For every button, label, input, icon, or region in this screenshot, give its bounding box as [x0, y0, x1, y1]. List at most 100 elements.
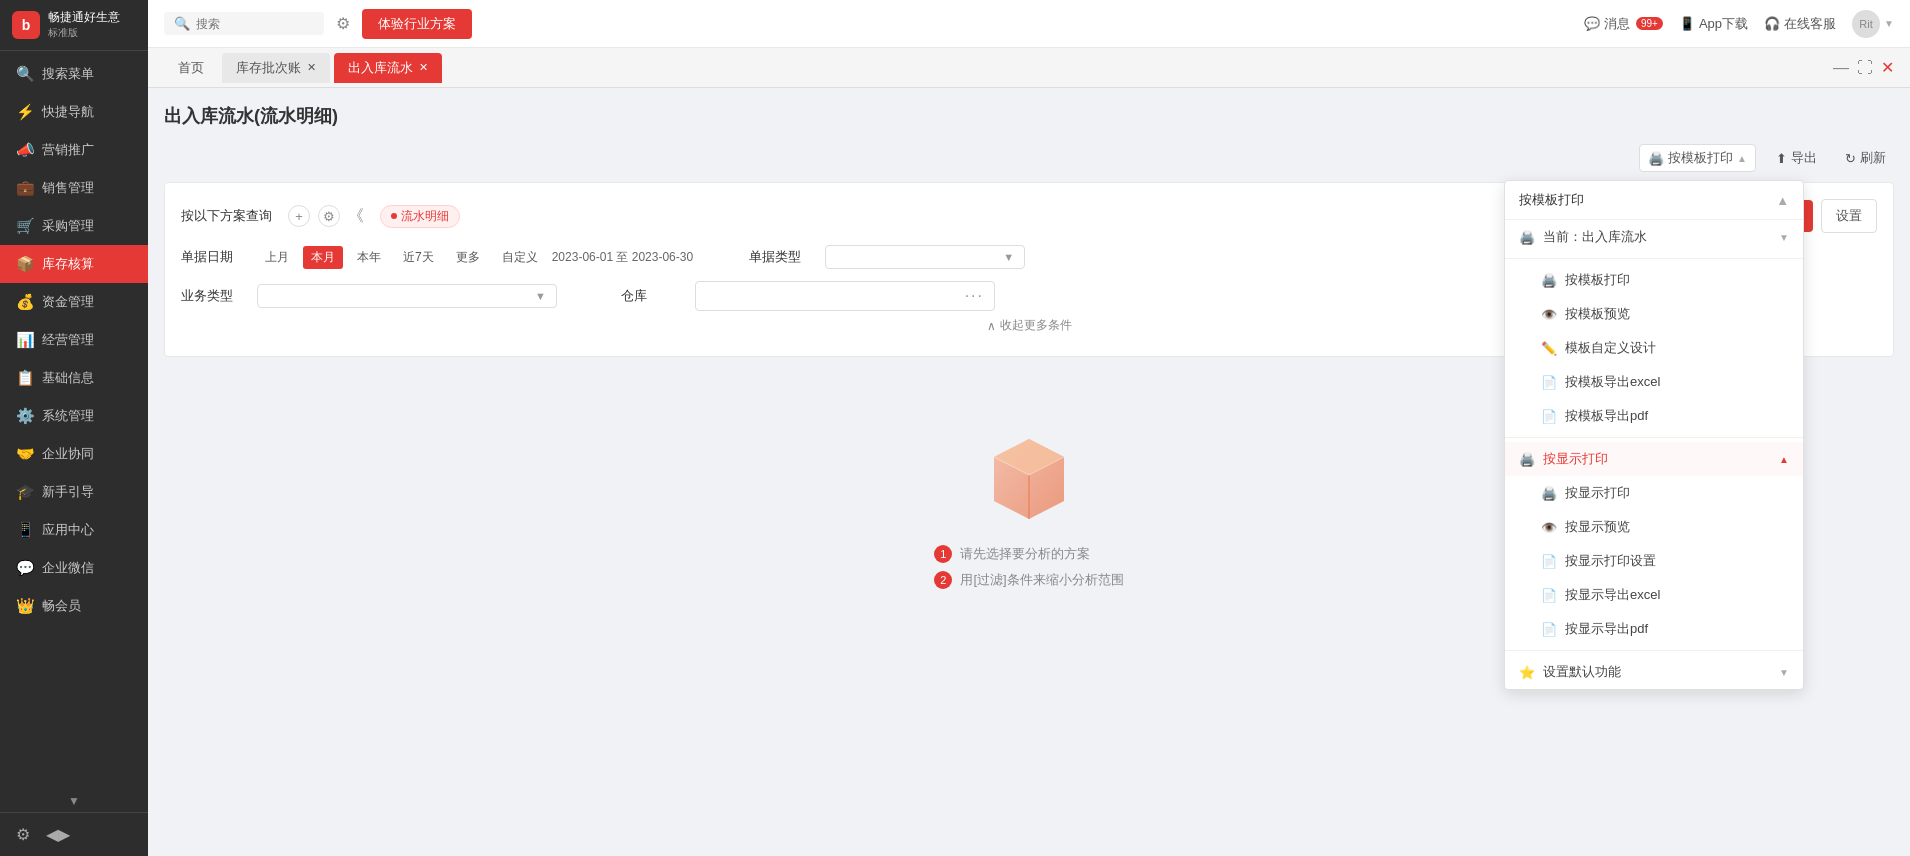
dropdown-current-item[interactable]: 🖨️ 当前：出入库流水 ▼: [1505, 220, 1803, 254]
sidebar-item-cooperation[interactable]: 🤝 企业协同: [0, 435, 148, 473]
print-dropdown-panel: 按模板打印 ▲ 🖨️ 当前：出入库流水 ▼ 🖨️ 按模板打印: [1504, 180, 1804, 690]
dropdown-item-label: 按显示导出excel: [1565, 586, 1660, 604]
app-logo-icon: b: [12, 11, 40, 39]
sidebar-item-finance[interactable]: 💰 资金管理: [0, 283, 148, 321]
system-icon: ⚙️: [16, 407, 34, 425]
date-range-display: 2023-06-01 至 2023-06-30: [552, 249, 693, 266]
settings-icon[interactable]: ⚙: [16, 825, 30, 844]
warehouse-select[interactable]: ···: [695, 281, 995, 311]
sidebar-item-label: 快捷导航: [42, 103, 94, 121]
add-filter-button[interactable]: +: [288, 205, 310, 227]
maximize-icon[interactable]: ⛶: [1857, 59, 1873, 77]
date-current-year[interactable]: 本年: [349, 246, 389, 269]
tab-inout-flow-close[interactable]: ✕: [419, 61, 428, 74]
online-service-button[interactable]: 🎧 在线客服: [1764, 15, 1836, 33]
more-options-icon[interactable]: ···: [965, 287, 984, 305]
message-icon: 💬: [1584, 16, 1600, 31]
topbar-search-box[interactable]: 🔍: [164, 12, 324, 35]
dropdown-item-template-custom[interactable]: ✏️ 模板自定义设计: [1505, 331, 1803, 365]
empty-steps-list: 1 请先选择要分析的方案 2 用[过滤]条件来缩小分析范围: [934, 545, 1123, 597]
dropdown-item-template-export-pdf[interactable]: 📄 按模板导出pdf: [1505, 399, 1803, 433]
date-custom[interactable]: 自定义: [494, 246, 546, 269]
sidebar-item-inventory[interactable]: 📦 库存核算: [0, 245, 148, 283]
empty-step-2: 2 用[过滤]条件来缩小分析范围: [934, 571, 1123, 589]
sidebar-item-label: 搜索菜单: [42, 65, 94, 83]
chevron-down-icon2: ▼: [1779, 667, 1789, 678]
tab-inout-flow[interactable]: 出入库流水 ✕: [334, 53, 442, 83]
dropdown-item-template-print[interactable]: 🖨️ 按模板打印: [1505, 263, 1803, 297]
sidebar-bottom: ⚙ ◀▶: [0, 812, 148, 856]
gear-icon[interactable]: ⚙: [336, 14, 350, 33]
date-current-month[interactable]: 本月: [303, 246, 343, 269]
dropdown-item-display-print[interactable]: 🖨️ 按显示打印: [1505, 476, 1803, 510]
chevron-down-icon: ▼: [68, 794, 80, 808]
biz-type-select[interactable]: ▼: [257, 284, 557, 308]
purchase-icon: 🛒: [16, 217, 34, 235]
trial-button[interactable]: 体验行业方案: [362, 9, 472, 39]
sidebar-item-sales[interactable]: 💼 销售管理: [0, 169, 148, 207]
dropdown-item-template-preview[interactable]: 👁️ 按模板预览: [1505, 297, 1803, 331]
refresh-button[interactable]: ↻ 刷新: [1837, 145, 1894, 171]
dropdown-item-display-preview[interactable]: 👁️ 按显示预览: [1505, 510, 1803, 544]
sidebar-item-quick-nav[interactable]: ⚡ 快捷导航: [0, 93, 148, 131]
date-more[interactable]: 更多: [448, 246, 488, 269]
search-input[interactable]: [196, 17, 314, 31]
dropdown-item-label: 按显示打印: [1565, 484, 1630, 502]
current-label-icon: 🖨️: [1519, 230, 1535, 245]
sidebar-item-purchase[interactable]: 🛒 采购管理: [0, 207, 148, 245]
sidebar-scroll-down[interactable]: ▼: [0, 790, 148, 812]
dropdown-section-label: 按显示打印: [1543, 450, 1608, 468]
app-icon: 📱: [1679, 16, 1695, 31]
sidebar-item-label: 应用中心: [42, 521, 94, 539]
chevron-up-icon: ▲: [1737, 153, 1747, 164]
sidebar-item-system[interactable]: ⚙️ 系统管理: [0, 397, 148, 435]
sidebar-item-wechat[interactable]: 💬 企业微信: [0, 549, 148, 587]
chevron-up-icon3: ∧: [987, 319, 996, 333]
marketing-icon: 📣: [16, 141, 34, 159]
empty-step-2-label: 用[过滤]条件来缩小分析范围: [960, 571, 1123, 589]
dropdown-item-template-export-excel[interactable]: 📄 按模板导出excel: [1505, 365, 1803, 399]
message-button[interactable]: 💬 消息 99+: [1584, 15, 1663, 33]
date-prev-month[interactable]: 上月: [257, 246, 297, 269]
print-template-button[interactable]: 🖨️ 按模板打印 ▲: [1639, 144, 1756, 172]
sidebar-item-label: 新手引导: [42, 483, 94, 501]
setting-button[interactable]: 设置: [1821, 199, 1877, 233]
sidebar-item-app-center[interactable]: 📱 应用中心: [0, 511, 148, 549]
display-print-section-header[interactable]: 🖨️ 按显示打印 ▲: [1505, 442, 1803, 476]
sidebar-item-search[interactable]: 🔍 搜索菜单: [0, 55, 148, 93]
settings-filter-button[interactable]: ⚙: [318, 205, 340, 227]
dropdown-item-display-print-settings[interactable]: 📄 按显示打印设置: [1505, 544, 1803, 578]
dropdown-item-label: 按显示预览: [1565, 518, 1630, 536]
sales-icon: 💼: [16, 179, 34, 197]
tab-batch-account-close[interactable]: ✕: [307, 61, 316, 74]
close-window-icon[interactable]: ✕: [1881, 58, 1894, 77]
divider2: [1505, 437, 1803, 438]
dropdown-header: 按模板打印 ▲: [1505, 181, 1803, 220]
sidebar-item-basic-info[interactable]: 📋 基础信息: [0, 359, 148, 397]
printer-icon2: 🖨️: [1519, 452, 1535, 467]
dropdown-item-display-export-pdf[interactable]: 📄 按显示导出pdf: [1505, 612, 1803, 646]
filter-section-title: 按以下方案查询: [181, 207, 272, 225]
date-last-7days[interactable]: 近7天: [395, 246, 442, 269]
sidebar-item-member[interactable]: 👑 畅会员: [0, 587, 148, 625]
app-download-button[interactable]: 📱 App下载: [1679, 15, 1748, 33]
dropdown-item-set-default[interactable]: ⭐ 设置默认功能 ▼: [1505, 655, 1803, 689]
user-profile[interactable]: Rit ▼: [1852, 10, 1894, 38]
sidebar-logo: b 畅捷通好生意 标准版: [0, 0, 148, 51]
export-button[interactable]: ⬆ 导出: [1768, 145, 1825, 171]
sidebar-item-guide[interactable]: 🎓 新手引导: [0, 473, 148, 511]
tab-home[interactable]: 首页: [164, 53, 218, 83]
dropdown-item-display-export-excel[interactable]: 📄 按显示导出excel: [1505, 578, 1803, 612]
collapse-filter-icon[interactable]: 《: [348, 206, 364, 227]
doc-type-select[interactable]: ▼: [825, 245, 1025, 269]
dropdown-item-label: 模板自定义设计: [1565, 339, 1656, 357]
minimize-icon[interactable]: —: [1833, 59, 1849, 77]
sidebar-item-marketing[interactable]: 📣 营销推广: [0, 131, 148, 169]
export-label: 导出: [1791, 149, 1817, 167]
collapse-sidebar-icon[interactable]: ◀▶: [46, 825, 70, 844]
printer-icon3: 🖨️: [1541, 486, 1557, 501]
sidebar-item-operation[interactable]: 📊 经营管理: [0, 321, 148, 359]
excel-icon: 📄: [1541, 375, 1557, 390]
tab-batch-account[interactable]: 库存批次账 ✕: [222, 53, 330, 83]
date-filter-label: 单据日期: [181, 248, 241, 266]
